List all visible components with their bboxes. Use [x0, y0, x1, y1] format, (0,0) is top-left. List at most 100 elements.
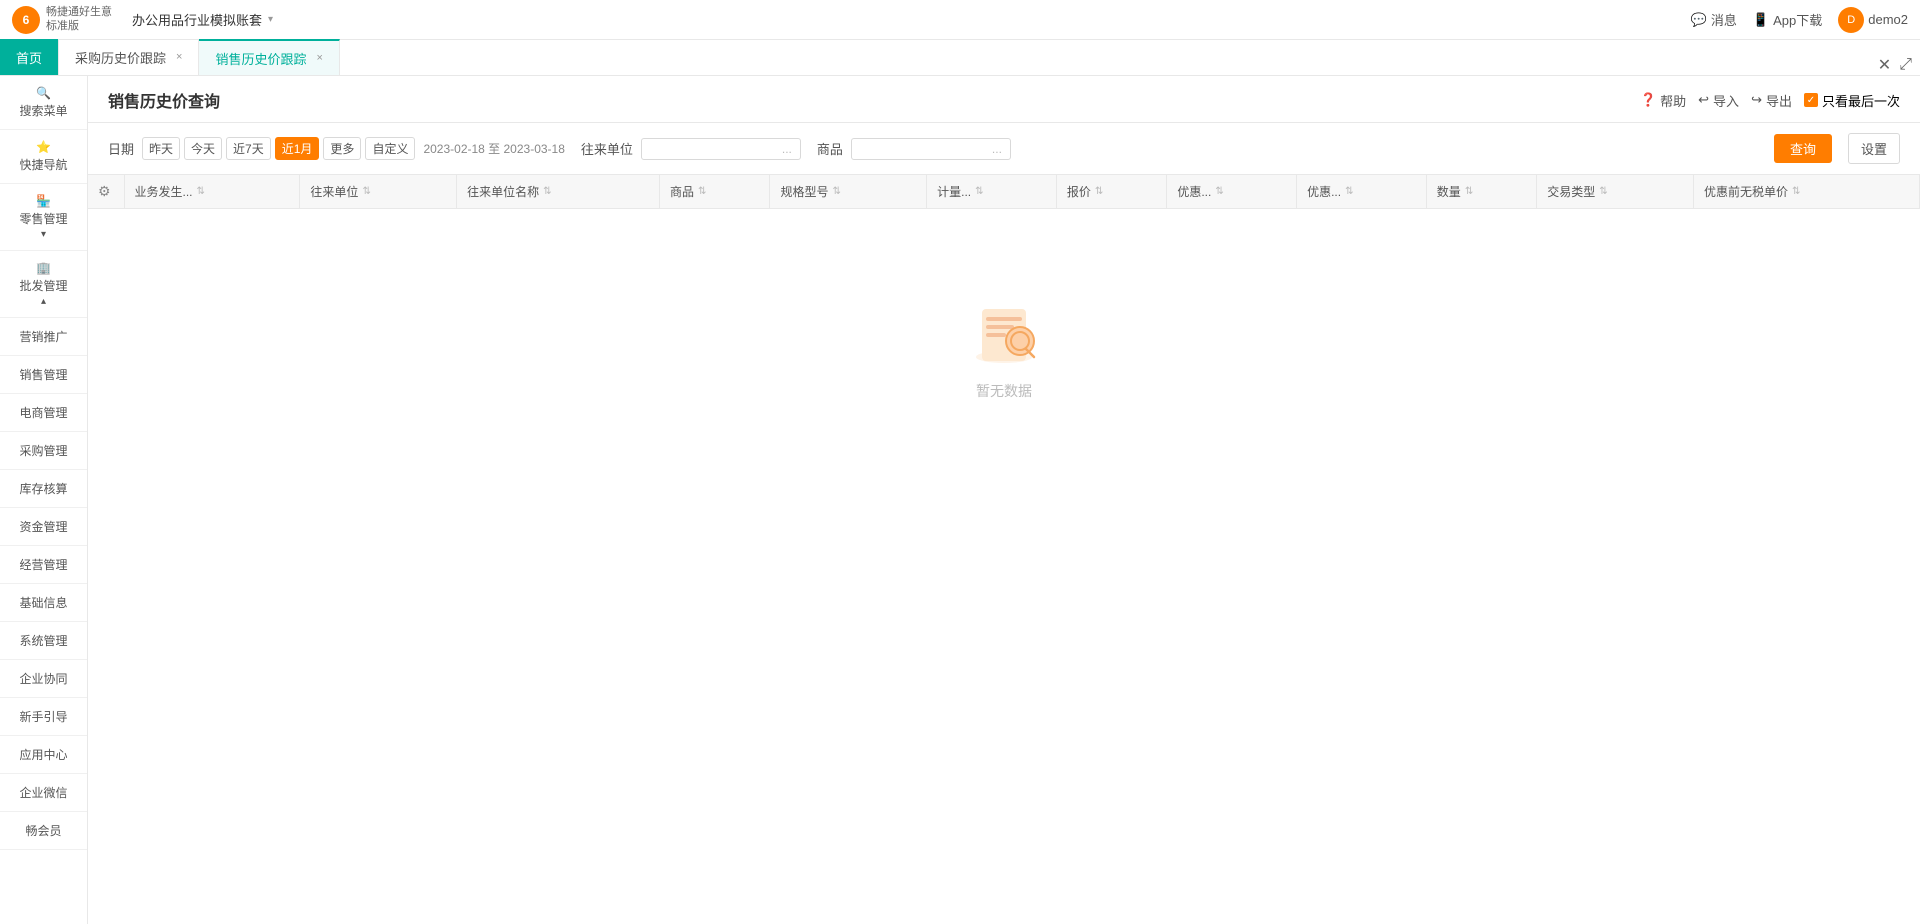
gear-icon[interactable]: ⚙ [98, 183, 111, 199]
sidebar-item-operation[interactable]: 经营管理 [0, 546, 87, 584]
sort-spec-icon[interactable]: ⇅ [832, 186, 840, 197]
sort-quote-icon[interactable]: ⇅ [1095, 186, 1103, 197]
breadcrumb-dropdown-icon[interactable]: ▾ [268, 14, 273, 25]
date-btn-today[interactable]: 今天 [184, 137, 222, 160]
sort-discount2-icon[interactable]: ⇅ [1345, 186, 1353, 197]
tab-home[interactable]: 首页 [0, 39, 59, 75]
sidebar-item-enterprise[interactable]: 企业协同 [0, 660, 87, 698]
date-btn-yesterday[interactable]: 昨天 [142, 137, 180, 160]
tab-purchase-close[interactable]: × [176, 51, 182, 63]
product-filter-group: 商品 ... [817, 138, 1011, 160]
page-header: 销售历史价查询 ❓ 帮助 ↩ 导入 ↪ 导出 ✓ [88, 76, 1920, 123]
sidebar-item-sales-mgmt[interactable]: 销售管理 [0, 356, 87, 394]
checkbox-icon: ✓ [1804, 93, 1818, 107]
th-unit: 计量... ⇅ [927, 175, 1057, 209]
sort-partner-code-icon[interactable]: ⇅ [362, 186, 370, 197]
top-bar-left: 6 畅捷通好生意 标准版 [12, 6, 112, 34]
export-btn[interactable]: ↪ 导出 [1751, 91, 1792, 110]
sort-biz-date-icon[interactable]: ⇅ [197, 186, 205, 197]
top-bar-right: 💬 消息 📱 App下载 D demo2 [1691, 7, 1908, 33]
partner-dots-icon: ... [782, 142, 792, 156]
app-download-action[interactable]: 📱 App下载 [1753, 10, 1822, 29]
sidebar-item-guide[interactable]: 新手引导 [0, 698, 87, 736]
sidebar-item-wechat[interactable]: 企业微信 [0, 774, 87, 812]
date-btn-last7[interactable]: 近7天 [226, 137, 271, 160]
page-actions: ❓ 帮助 ↩ 导入 ↪ 导出 ✓ 只看最后一次 [1640, 91, 1900, 110]
retail-arrow-icon: ▾ [41, 229, 46, 240]
data-table: ⚙ 业务发生... ⇅ 往来单位 ⇅ [88, 175, 1920, 209]
retail-icon: 🏪 [36, 194, 51, 208]
th-spec: 规格型号 ⇅ [770, 175, 927, 209]
partner-input[interactable]: ... [641, 138, 801, 160]
date-filter-group: 日期 昨天 今天 近7天 近1月 更多 自定义 2023-02-18 至 202… [108, 137, 565, 160]
top-bar-center: 办公用品行业模拟账套 ▾ [132, 10, 1671, 29]
sidebar-item-inventory[interactable]: 库存核算 [0, 470, 87, 508]
tab-purchase-label: 采购历史价跟踪 [75, 48, 166, 67]
sort-quantity-icon[interactable]: ⇅ [1465, 186, 1473, 197]
sidebar-item-apps[interactable]: 应用中心 [0, 736, 87, 774]
close-tabs-icon[interactable]: ✕ [1878, 55, 1891, 75]
th-trade-type: 交易类型 ⇅ [1537, 175, 1694, 209]
query-button[interactable]: 查询 [1774, 134, 1832, 163]
breadcrumb-title: 办公用品行业模拟账套 [132, 10, 262, 29]
sidebar-item-finance[interactable]: 资金管理 [0, 508, 87, 546]
sidebar-item-purchase[interactable]: 采购管理 [0, 432, 87, 470]
product-input[interactable]: ... [851, 138, 1011, 160]
sidebar-item-wholesale[interactable]: 🏢 批发管理 ▴ [0, 251, 87, 318]
sidebar-item-shortcut[interactable]: ⭐ 快捷导航 [0, 130, 87, 184]
tabs-right: ✕ ⤢ [1878, 55, 1920, 75]
sidebar-item-system[interactable]: 系统管理 [0, 622, 87, 660]
sort-trade-type-icon[interactable]: ⇅ [1599, 186, 1607, 197]
sort-partner-name-icon[interactable]: ⇅ [543, 186, 551, 197]
sort-discount1-icon[interactable]: ⇅ [1215, 186, 1223, 197]
th-discount2: 优惠... ⇅ [1297, 175, 1427, 209]
date-btn-more[interactable]: 更多 [323, 137, 361, 160]
nav-icon: ⭐ [36, 140, 51, 154]
th-quantity: 数量 ⇅ [1426, 175, 1536, 209]
tab-purchase[interactable]: 采购历史价跟踪 × [59, 39, 199, 75]
content-area: 销售历史价查询 ❓ 帮助 ↩ 导入 ↪ 导出 ✓ [88, 76, 1920, 924]
partner-filter-group: 往来单位 ... [581, 138, 801, 160]
last-only-checkbox[interactable]: ✓ 只看最后一次 [1804, 91, 1900, 110]
sort-unit-icon[interactable]: ⇅ [975, 186, 983, 197]
th-biz-date: 业务发生... ⇅ [124, 175, 300, 209]
message-action[interactable]: 💬 消息 [1691, 10, 1737, 29]
date-btn-last1m[interactable]: 近1月 [275, 137, 320, 160]
sidebar-item-marketing[interactable]: 营销推广 [0, 318, 87, 356]
sidebar-item-basic[interactable]: 基础信息 [0, 584, 87, 622]
tab-sales-label: 销售历史价跟踪 [215, 49, 306, 68]
empty-illustration [964, 289, 1044, 369]
sort-pretax-icon[interactable]: ⇅ [1792, 186, 1800, 197]
th-partner-code: 往来单位 ⇅ [300, 175, 457, 209]
sidebar-item-retail[interactable]: 🏪 零售管理 ▾ [0, 184, 87, 251]
page-title-row: 销售历史价查询 ❓ 帮助 ↩ 导入 ↪ 导出 ✓ [108, 88, 1900, 112]
help-icon: ❓ [1640, 92, 1656, 108]
import-icon: ↩ [1698, 92, 1709, 108]
top-bar: 6 畅捷通好生意 标准版 办公用品行业模拟账套 ▾ 💬 消息 📱 App下载 D… [0, 0, 1920, 40]
th-partner-name: 往来单位名称 ⇅ [457, 175, 660, 209]
settings-button[interactable]: 设置 [1848, 133, 1900, 164]
help-btn[interactable]: ❓ 帮助 [1640, 91, 1686, 110]
tabs-bar: 首页 采购历史价跟踪 × 销售历史价跟踪 × ✕ ⤢ [0, 40, 1920, 76]
page-title: 销售历史价查询 [108, 88, 220, 112]
th-product: 商品 ⇅ [659, 175, 769, 209]
sidebar-item-ecommerce[interactable]: 电商管理 [0, 394, 87, 432]
user-action[interactable]: D demo2 [1838, 7, 1908, 33]
product-dots-icon: ... [992, 142, 1002, 156]
logo-text: 畅捷通好生意 标准版 [46, 6, 112, 32]
sidebar-item-search[interactable]: 🔍 搜索菜单 [0, 76, 87, 130]
maximize-icon[interactable]: ⤢ [1899, 56, 1912, 74]
import-btn[interactable]: ↩ 导入 [1698, 91, 1739, 110]
date-range-display: 2023-02-18 至 2023-03-18 [423, 140, 564, 157]
sort-product-icon[interactable]: ⇅ [698, 186, 706, 197]
tab-home-label: 首页 [16, 48, 42, 67]
empty-text: 暂无数据 [976, 381, 1032, 401]
sidebar-item-vip[interactable]: 畅会员 [0, 812, 87, 850]
tab-sales-close[interactable]: × [316, 52, 322, 64]
th-discount1: 优惠... ⇅ [1167, 175, 1297, 209]
logo-area: 6 畅捷通好生意 标准版 [12, 6, 112, 34]
date-label: 日期 [108, 139, 134, 158]
date-btn-custom[interactable]: 自定义 [365, 137, 415, 160]
tab-sales[interactable]: 销售历史价跟踪 × [199, 39, 339, 75]
logo-icon: 6 [12, 6, 40, 34]
